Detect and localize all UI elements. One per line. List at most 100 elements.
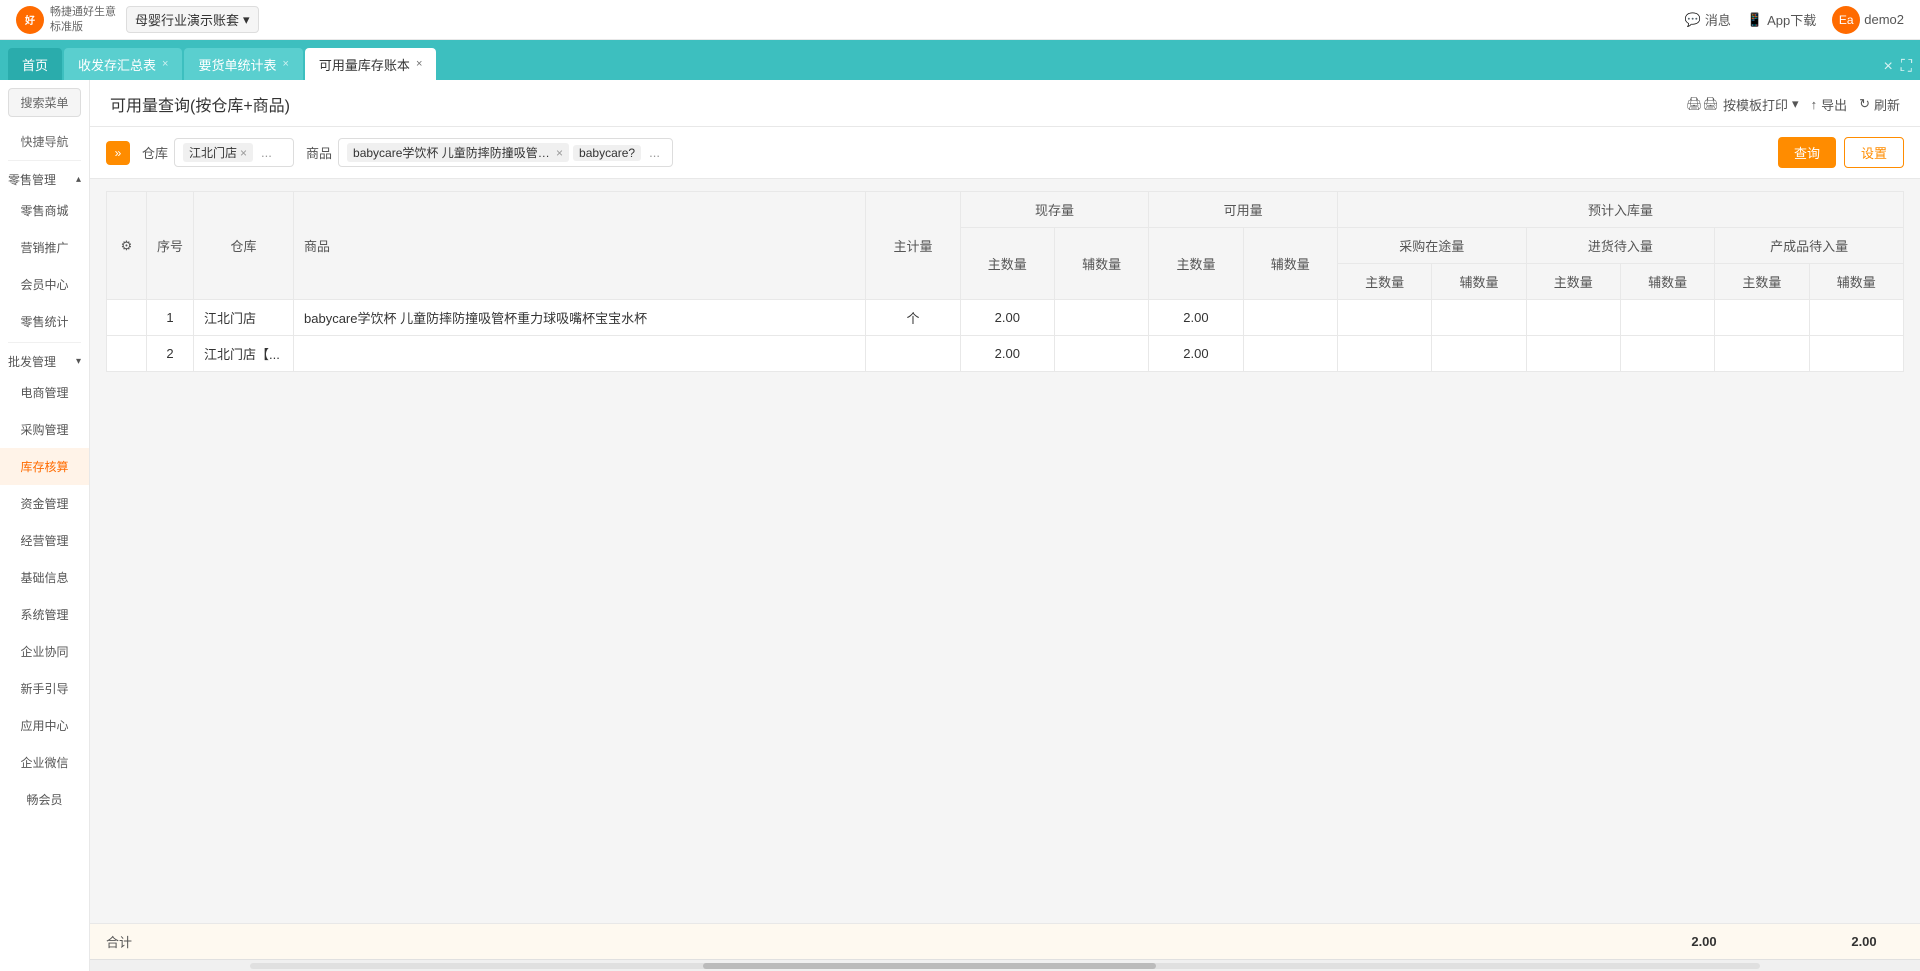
scrollbar-area [90,959,1920,971]
sidebar-item-marketing[interactable]: 营销推广 [0,229,89,266]
cell-finished-aux [1809,300,1903,336]
product-tag: babycare学饮杯 儿童防摔防撞吸管杯重力球吸嘴杯宝宝水杯 × [347,143,569,162]
sidebar-item-system[interactable]: 系统管理 [0,596,89,633]
sidebar-item-new-guide[interactable]: 新手引导 [0,670,89,707]
sidebar-item-ecommerce[interactable]: 电商管理 [0,374,89,411]
sidebar-item-vip[interactable]: 畅会员 [0,781,89,818]
cell-inbound-aux [1620,336,1714,372]
table-body: 1 江北门店 babycare学饮杯 儿童防摔防撞吸管杯重力球吸嘴杯宝宝水杯 个… [107,300,1904,372]
content-area: 可用量查询(按仓库+商品) 🖨 按模板打印 ↑ 导出 ↻ 刷新 [90,80,1920,971]
scrollbar-track[interactable] [250,963,1760,969]
app-icon [1747,12,1763,28]
tab-receive-send[interactable]: 收发存汇总表 [64,48,182,80]
close-icon[interactable] [416,58,422,70]
cell-available-aux [1243,300,1337,336]
page-title: 可用量查询(按仓库+商品) [110,92,290,126]
sidebar-item-inventory[interactable]: 库存核算 [0,448,89,485]
cell-finished-main [1715,300,1809,336]
sidebar-item-enterprise[interactable]: 企业协同 [0,633,89,670]
th-inbound-aux: 辅数量 [1620,264,1714,300]
sidebar-item-app-center[interactable]: 应用中心 [0,707,89,744]
sidebar-item-purchase[interactable]: 采购管理 [0,411,89,448]
table-container: 序号 仓库 商品 主计量 现存量 [90,179,1920,923]
product-input[interactable]: babycare学饮杯 儿童防摔防撞吸管杯重力球吸嘴杯宝宝水杯 × babyca… [338,138,673,167]
sidebar-item-retail-stats[interactable]: 零售统计 [0,303,89,340]
logo-area: 好 畅捷通好生意 标准版 [16,5,116,34]
export-icon: ↑ [1811,97,1818,112]
search-menu-button[interactable]: 搜索菜单 [8,88,81,117]
page-header: 可用量查询(按仓库+商品) 🖨 按模板打印 ↑ 导出 ↻ 刷新 [90,80,1920,127]
filter-actions: 查询 设置 [1778,137,1904,168]
scrollbar-thumb[interactable] [703,963,1156,969]
close-all-tabs-button[interactable]: × [1883,58,1892,76]
sidebar-item-operations[interactable]: 经营管理 [0,522,89,559]
print-icon: 🖨 [1686,96,1719,112]
sidebar-item-finance[interactable]: 资金管理 [0,485,89,522]
sidebar-item-retail-mgmt[interactable]: 零售管理 [0,163,89,192]
warehouse-tag-close[interactable]: × [240,146,247,160]
tab-bar: 首页 收发存汇总表 要货单统计表 可用量库存账本 × ⛶ [0,40,1920,80]
warehouse-more[interactable]: ... [257,145,276,160]
template-print-button[interactable]: 🖨 按模板打印 [1686,95,1799,114]
top-bar: 好 畅捷通好生意 标准版 母婴行业演示账套 消息 App下载 Ea demo2 [0,0,1920,40]
sidebar-divider-2 [8,342,81,343]
cell-warehouse: 江北门店【... [194,336,294,372]
cell-inbound-main [1526,300,1620,336]
cell-purchase-main [1337,300,1431,336]
sidebar-divider [8,160,81,161]
product-label: 商品 [306,143,332,162]
product-more[interactable]: ... [645,145,664,160]
th-available-main-qty: 主数量 [1149,228,1243,300]
filter-toggle-button[interactable]: » [106,141,130,165]
th-purchase-aux: 辅数量 [1432,264,1526,300]
message-button[interactable]: 消息 [1685,10,1731,29]
th-available-aux-qty: 辅数量 [1243,228,1337,300]
page-header-actions: 🖨 按模板打印 ↑ 导出 ↻ 刷新 [1686,95,1900,124]
cell-available-main: 2.00 [1149,300,1243,336]
th-inbound-waiting: 进货待入量 [1526,228,1715,264]
user-profile[interactable]: Ea demo2 [1832,6,1904,34]
th-settings[interactable] [107,192,147,300]
warehouse-label: 仓库 [142,143,168,162]
main-layout: 搜索菜单 快捷导航 零售管理 零售商城 营销推广 会员中心 零售统计 批发管理 [0,80,1920,971]
tab-order-stats[interactable]: 要货单统计表 [184,48,302,80]
cell-product [294,336,866,372]
warehouse-filter-group: 仓库 江北门店 × ... [142,138,294,167]
logo-text: 畅捷通好生意 标准版 [50,5,116,34]
sidebar-item-retail-mall[interactable]: 零售商城 [0,192,89,229]
th-product: 商品 [294,192,866,300]
chevron-down-icon [76,356,81,367]
sidebar-item-wholesale[interactable]: 批发管理 [0,345,89,374]
warehouse-input[interactable]: 江北门店 × ... [174,138,294,167]
product-tag-close[interactable]: × [556,146,563,160]
cell-purchase-aux [1432,300,1526,336]
footer-available-total: 2.00 [1824,934,1904,949]
query-button[interactable]: 查询 [1778,137,1836,168]
company-selector[interactable]: 母婴行业演示账套 [126,6,259,33]
sidebar-item-member[interactable]: 会员中心 [0,266,89,303]
tab-available-inventory[interactable]: 可用量库存账本 [305,48,436,80]
cell-check [107,336,147,372]
refresh-button[interactable]: ↻ 刷新 [1859,95,1900,114]
export-button[interactable]: ↑ 导出 [1811,95,1848,114]
fullscreen-button[interactable]: ⛶ [1901,58,1912,76]
close-icon[interactable] [162,58,168,70]
top-bar-right: 消息 App下载 Ea demo2 [1685,6,1904,34]
app-download-button[interactable]: App下载 [1747,10,1816,29]
tab-home[interactable]: 首页 [8,48,62,80]
sidebar-quick-nav[interactable]: 快捷导航 [0,125,89,158]
data-table: 序号 仓库 商品 主计量 现存量 [106,191,1904,372]
cell-finished-main [1715,336,1809,372]
close-icon[interactable] [282,58,288,70]
product-tag2: babycare? [573,145,641,161]
top-bar-left: 好 畅捷通好生意 标准版 母婴行业演示账套 [16,5,259,34]
cell-finished-aux [1809,336,1903,372]
sidebar-item-basic-info[interactable]: 基础信息 [0,559,89,596]
settings-button[interactable]: 设置 [1844,137,1904,168]
cell-main-unit: 个 [866,300,960,336]
sidebar-item-enterprise-wechat[interactable]: 企业微信 [0,744,89,781]
th-warehouse: 仓库 [194,192,294,300]
warehouse-tag: 江北门店 × [183,143,253,162]
th-finished-aux: 辅数量 [1809,264,1903,300]
chevron-up-icon [76,174,81,185]
